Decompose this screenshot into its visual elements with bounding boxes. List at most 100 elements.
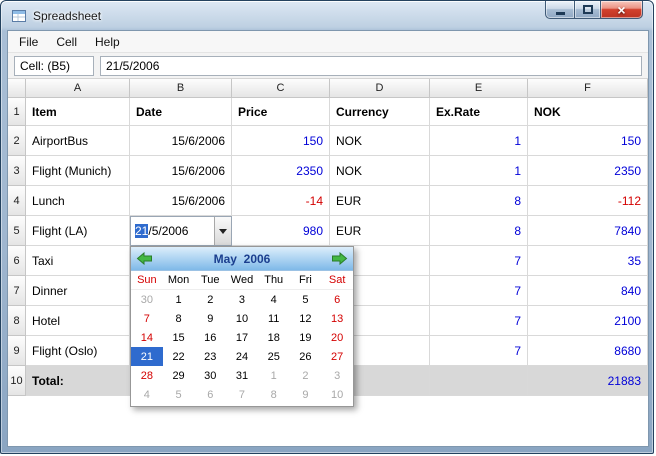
calendar-day-5-dim[interactable]: 5: [163, 385, 195, 404]
calendar-day-10[interactable]: 10: [226, 309, 258, 328]
cell-A6[interactable]: Taxi: [26, 246, 130, 276]
calendar-day-12[interactable]: 12: [290, 309, 322, 328]
date-dropdown-button[interactable]: [214, 217, 231, 245]
close-button[interactable]: ×: [601, 1, 643, 19]
cell-E10[interactable]: [430, 366, 528, 396]
cell-B2[interactable]: 15/6/2006: [130, 126, 232, 156]
cell-E6[interactable]: 7: [430, 246, 528, 276]
calendar-day-29[interactable]: 29: [163, 366, 195, 385]
row-header-1[interactable]: 1: [8, 98, 26, 126]
cell-A7[interactable]: Dinner: [26, 276, 130, 306]
calendar-day-14-red[interactable]: 14: [131, 328, 163, 347]
calendar-day-30[interactable]: 30: [194, 366, 226, 385]
cell-D2[interactable]: NOK: [330, 126, 430, 156]
calendar-day-19[interactable]: 19: [290, 328, 322, 347]
calendar-day-27-red[interactable]: 27: [321, 347, 353, 366]
calendar-day-23[interactable]: 23: [194, 347, 226, 366]
calendar-day-9-dim[interactable]: 9: [290, 385, 322, 404]
calendar-day-1-dim[interactable]: 1: [258, 366, 290, 385]
column-header-e[interactable]: E: [430, 79, 528, 98]
cell-F7[interactable]: 840: [528, 276, 648, 306]
cell-E2[interactable]: 1: [430, 126, 528, 156]
title-bar[interactable]: Spreadsheet ×: [1, 1, 653, 31]
calendar-day-4[interactable]: 4: [258, 290, 290, 309]
cell-E3[interactable]: 1: [430, 156, 528, 186]
cell-E7[interactable]: 7: [430, 276, 528, 306]
calendar-day-4-dim[interactable]: 4: [131, 385, 163, 404]
cell-F6[interactable]: 35: [528, 246, 648, 276]
cell-B4[interactable]: 15/6/2006: [130, 186, 232, 216]
calendar-day-20-red[interactable]: 20: [321, 328, 353, 347]
cell-F10[interactable]: 21883: [528, 366, 648, 396]
calendar-day-13-red[interactable]: 13: [321, 309, 353, 328]
calendar-day-9[interactable]: 9: [194, 309, 226, 328]
row-header-10[interactable]: 10: [8, 366, 26, 396]
cell-C1[interactable]: Price: [232, 98, 330, 126]
calendar-day-5[interactable]: 5: [290, 290, 322, 309]
cell-editor-input[interactable]: 21/5/2006: [131, 217, 214, 245]
calendar-day-3[interactable]: 3: [226, 290, 258, 309]
cell-F1[interactable]: NOK: [528, 98, 648, 126]
calendar-day-16[interactable]: 16: [194, 328, 226, 347]
calendar-day-31[interactable]: 31: [226, 366, 258, 385]
cell-F4[interactable]: -112: [528, 186, 648, 216]
formula-field[interactable]: 21/5/2006: [100, 55, 642, 76]
calendar-day-8[interactable]: 8: [163, 309, 195, 328]
cell-C2[interactable]: 150: [232, 126, 330, 156]
cell-A4[interactable]: Lunch: [26, 186, 130, 216]
cell-F8[interactable]: 2100: [528, 306, 648, 336]
row-header-2[interactable]: 2: [8, 126, 26, 156]
cell-C4[interactable]: -14: [232, 186, 330, 216]
calendar-day-7-dim[interactable]: 7: [226, 385, 258, 404]
maximize-button[interactable]: [574, 1, 601, 19]
calendar-day-18[interactable]: 18: [258, 328, 290, 347]
cell-E5[interactable]: 8: [430, 216, 528, 246]
calendar-day-1[interactable]: 1: [163, 290, 195, 309]
calendar-day-3-dim[interactable]: 3: [321, 366, 353, 385]
cell-A1[interactable]: Item: [26, 98, 130, 126]
cell-E8[interactable]: 7: [430, 306, 528, 336]
column-header-c[interactable]: C: [232, 79, 330, 98]
calendar-day-8-dim[interactable]: 8: [258, 385, 290, 404]
next-month-button[interactable]: [331, 252, 348, 265]
column-header-b[interactable]: B: [130, 79, 232, 98]
cell-D3[interactable]: NOK: [330, 156, 430, 186]
cell-A2[interactable]: AirportBus: [26, 126, 130, 156]
cell-E9[interactable]: 7: [430, 336, 528, 366]
column-header-f[interactable]: F: [528, 79, 648, 98]
cell-F9[interactable]: 8680: [528, 336, 648, 366]
column-header-a[interactable]: A: [26, 79, 130, 98]
calendar-day-30-dim[interactable]: 30: [131, 290, 163, 309]
cell-C3[interactable]: 2350: [232, 156, 330, 186]
cell-E1[interactable]: Ex.Rate: [430, 98, 528, 126]
cell-reference-box[interactable]: Cell: (B5): [14, 55, 94, 76]
cell-B3[interactable]: 15/6/2006: [130, 156, 232, 186]
menu-item-file[interactable]: File: [10, 32, 47, 52]
row-header-7[interactable]: 7: [8, 276, 26, 306]
row-header-8[interactable]: 8: [8, 306, 26, 336]
row-header-9[interactable]: 9: [8, 336, 26, 366]
cell-A3[interactable]: Flight (Munich): [26, 156, 130, 186]
calendar-day-10-dim[interactable]: 10: [321, 385, 353, 404]
calendar-day-25[interactable]: 25: [258, 347, 290, 366]
row-header-4[interactable]: 4: [8, 186, 26, 216]
calendar-day-28-red[interactable]: 28: [131, 366, 163, 385]
cell-A10[interactable]: Total:: [26, 366, 130, 396]
prev-month-button[interactable]: [136, 252, 153, 265]
calendar-day-6-dim[interactable]: 6: [194, 385, 226, 404]
cell-B1[interactable]: Date: [130, 98, 232, 126]
calendar-day-22[interactable]: 22: [163, 347, 195, 366]
cell-A9[interactable]: Flight (Oslo): [26, 336, 130, 366]
row-header-5[interactable]: 5: [8, 216, 26, 246]
calendar-day-2-dim[interactable]: 2: [290, 366, 322, 385]
row-header-6[interactable]: 6: [8, 246, 26, 276]
calendar-day-17[interactable]: 17: [226, 328, 258, 347]
cell-D5[interactable]: EUR: [330, 216, 430, 246]
calendar-day-15[interactable]: 15: [163, 328, 195, 347]
calendar-day-26[interactable]: 26: [290, 347, 322, 366]
minimize-button[interactable]: [545, 1, 574, 19]
menu-item-cell[interactable]: Cell: [47, 32, 86, 52]
calendar-day-6-red[interactable]: 6: [321, 290, 353, 309]
cell-D4[interactable]: EUR: [330, 186, 430, 216]
cell-F3[interactable]: 2350: [528, 156, 648, 186]
